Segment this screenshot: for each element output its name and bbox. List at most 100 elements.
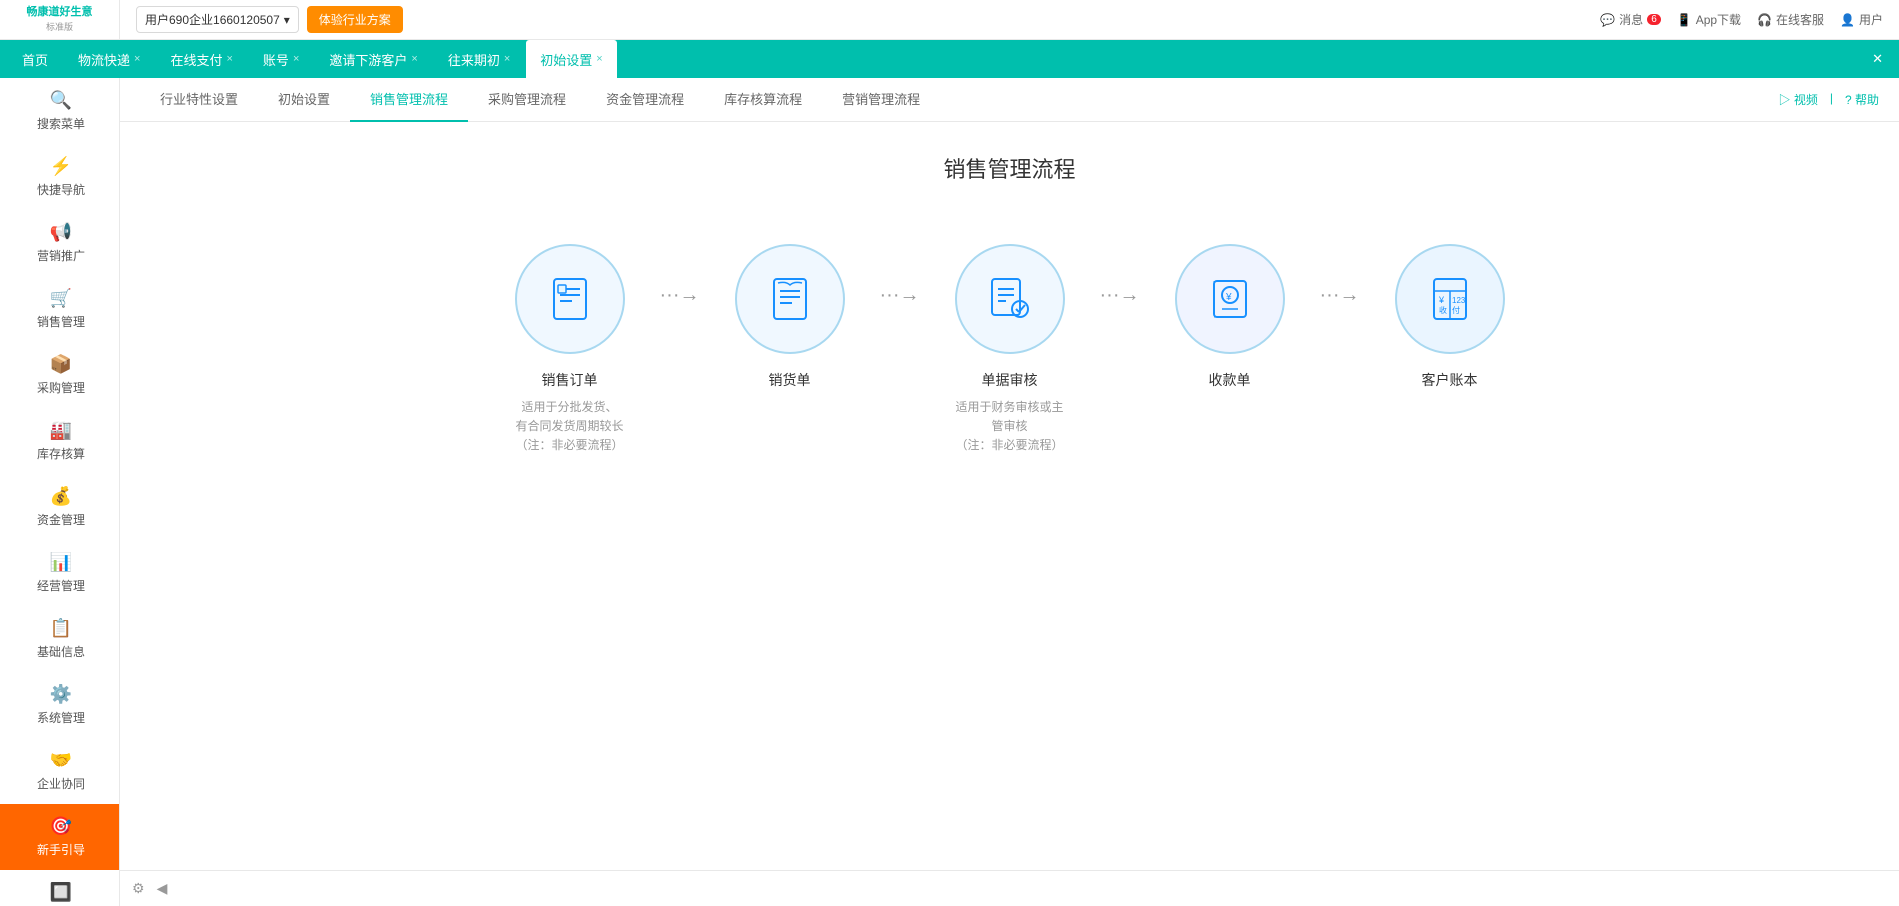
- sidebar-item-inventory-label: 库存核算: [37, 445, 85, 462]
- nav-tab-payment[interactable]: 在线支付 ×: [156, 40, 246, 78]
- bottom-bar: ⚙ ◀: [120, 870, 1899, 906]
- video-label: 视频: [1794, 93, 1818, 107]
- logo-subtitle: 标准版: [46, 20, 73, 33]
- nav-tab-period-label: 往来期初: [448, 50, 500, 69]
- nav-tab-logistics[interactable]: 物流快递 ×: [64, 40, 154, 78]
- basic-info-icon: 📋: [50, 618, 72, 639]
- nav-tab-payment-label: 在线支付: [170, 50, 222, 69]
- flow-desc-sales-order: 适用于分批发货、有合同发货周期较长（注：非必要流程）: [515, 398, 623, 456]
- app-center-icon: 🔲: [50, 882, 72, 903]
- sidebar-item-inventory[interactable]: 🏭 库存核算: [0, 408, 119, 474]
- online-service-link[interactable]: 🎧 在线客服: [1757, 11, 1824, 28]
- sidebar-item-search[interactable]: 🔍 搜索菜单: [0, 78, 119, 144]
- message-badge: 6: [1647, 14, 1661, 25]
- nav-tab-invite[interactable]: 邀请下游客户 ×: [315, 40, 431, 78]
- app-download-link[interactable]: 📱 App下载: [1677, 11, 1741, 28]
- nav-tab-init-close[interactable]: ×: [596, 53, 602, 65]
- sidebar-item-quick-nav[interactable]: ⚡ 快捷导航: [0, 144, 119, 210]
- nav-tab-period-close[interactable]: ×: [504, 53, 510, 65]
- sidebar-item-purchase-label: 采购管理: [37, 379, 85, 396]
- help-label: 帮助: [1855, 93, 1879, 107]
- message-icon: 💬: [1600, 13, 1615, 27]
- nav-tab-init[interactable]: 初始设置 ×: [526, 40, 616, 78]
- header-left: 用户690企业1660120507 ▾ 体验行业方案: [136, 6, 403, 33]
- flow-arrow-4: ···→: [1310, 244, 1370, 307]
- finance-icon: 💰: [50, 486, 72, 507]
- doc-review-icon: [984, 273, 1036, 325]
- help-link[interactable]: ? 帮助: [1845, 91, 1879, 108]
- sub-tab-finance-flow[interactable]: 资金管理流程: [586, 78, 704, 122]
- help-icon: ?: [1845, 93, 1852, 107]
- nav-tab-account-close[interactable]: ×: [293, 53, 299, 65]
- user-label: 用户: [1859, 11, 1883, 28]
- app-download-label: App下载: [1696, 11, 1741, 28]
- flow-circle-sales-order: [515, 244, 625, 354]
- flow-item-sales-order: 销售订单 适用于分批发货、有合同发货周期较长（注：非必要流程）: [490, 244, 650, 456]
- sub-tab-inventory-flow-label: 库存核算流程: [724, 89, 802, 108]
- header-row: 畅康道好生意 标准版 用户690企业1660120507 ▾ 体验行业方案 💬 …: [0, 0, 1899, 40]
- sub-tab-industry-label: 行业特性设置: [160, 89, 238, 108]
- flow-title-customer-ledger: 客户账本: [1422, 370, 1478, 390]
- nav-tab-home[interactable]: 首页: [8, 40, 62, 78]
- sidebar-item-marketing-label: 营销推广: [37, 247, 85, 264]
- close-all-tabs[interactable]: ✕: [1864, 51, 1891, 67]
- operations-icon: 📊: [50, 552, 72, 573]
- sidebar-item-quick-nav-label: 快捷导航: [37, 181, 85, 198]
- help-divider: |: [1830, 91, 1833, 108]
- nav-tab-init-label: 初始设置: [540, 50, 592, 69]
- user-selector[interactable]: 用户690企业1660120507 ▾: [136, 6, 299, 33]
- sub-tab-purchase-flow-label: 采购管理流程: [488, 89, 566, 108]
- flow-title-sales-order: 销售订单: [542, 370, 598, 390]
- sub-tab-sales-flow[interactable]: 销售管理流程: [350, 78, 468, 122]
- sidebar-item-system[interactable]: ⚙️ 系统管理: [0, 672, 119, 738]
- trial-button[interactable]: 体验行业方案: [307, 6, 403, 33]
- svg-text:付: 付: [1452, 305, 1460, 315]
- sidebar-item-enterprise-coop-label: 企业协同: [37, 775, 85, 792]
- sidebar-item-operations-label: 经营管理: [37, 577, 85, 594]
- sidebar-item-basic-info[interactable]: 📋 基础信息: [0, 606, 119, 672]
- flow-item-customer-ledger: ¥ 123 收 付 客户账本: [1370, 244, 1530, 398]
- flow-item-doc-review: 单据审核 适用于财务审核或主管审核（注：非必要流程）: [930, 244, 1090, 456]
- sidebar: 🔍 搜索菜单 ⚡ 快捷导航 📢 营销推广 🛒 销售管理 📦 采购管理 🏭 库存核…: [0, 78, 120, 906]
- flow-arrow-3: ···→: [1090, 244, 1150, 307]
- sub-tab-marketing-flow[interactable]: 营销管理流程: [822, 78, 940, 122]
- play-icon: ▷: [1778, 93, 1790, 107]
- video-help-link[interactable]: ▷ 视频: [1778, 91, 1817, 108]
- flow-circle-sales-invoice: [735, 244, 845, 354]
- message-link[interactable]: 💬 消息 6: [1600, 11, 1661, 28]
- sub-tab-init[interactable]: 初始设置: [258, 78, 350, 122]
- nav-tab-invite-close[interactable]: ×: [411, 53, 417, 65]
- sidebar-item-new-guide[interactable]: 🎯 新手引导: [0, 804, 119, 870]
- user-link[interactable]: 👤 用户: [1840, 11, 1883, 28]
- sidebar-item-sales[interactable]: 🛒 销售管理: [0, 276, 119, 342]
- content-area: 行业特性设置 初始设置 销售管理流程 采购管理流程 资金管理流程 库存核算流程: [120, 78, 1899, 906]
- sidebar-item-enterprise-coop[interactable]: 🤝 企业协同: [0, 738, 119, 804]
- flow-circle-receipt: ¥: [1175, 244, 1285, 354]
- sidebar-item-operations[interactable]: 📊 经营管理: [0, 540, 119, 606]
- sub-tab-inventory-flow[interactable]: 库存核算流程: [704, 78, 822, 122]
- sub-tab-industry[interactable]: 行业特性设置: [140, 78, 258, 122]
- sales-invoice-icon: [764, 273, 816, 325]
- sub-tab-purchase-flow[interactable]: 采购管理流程: [468, 78, 586, 122]
- quick-nav-icon: ⚡: [50, 156, 72, 177]
- sales-order-icon: [544, 273, 596, 325]
- flow-diagram: 销售订单 适用于分批发货、有合同发货周期较长（注：非必要流程） ···→: [140, 244, 1879, 456]
- inventory-icon: 🏭: [50, 420, 72, 441]
- nav-tab-logistics-close[interactable]: ×: [134, 53, 140, 65]
- nav-tabs: 首页 物流快递 × 在线支付 × 账号 × 邀请下游客户 × 往来期初 × 初始…: [0, 40, 1899, 78]
- sales-icon: 🛒: [50, 288, 72, 309]
- new-guide-icon: 🎯: [50, 816, 72, 837]
- collapse-icon[interactable]: ◀: [157, 880, 168, 897]
- sidebar-item-purchase[interactable]: 📦 采购管理: [0, 342, 119, 408]
- settings-bottom-icon[interactable]: ⚙: [132, 880, 145, 897]
- flow-item-sales-invoice: 销货单: [710, 244, 870, 398]
- nav-tab-account[interactable]: 账号 ×: [249, 40, 313, 78]
- sidebar-item-marketing[interactable]: 📢 营销推广: [0, 210, 119, 276]
- logo-area: 畅康道好生意 标准版: [0, 0, 120, 39]
- nav-tab-payment-close[interactable]: ×: [226, 53, 232, 65]
- nav-tab-period[interactable]: 往来期初 ×: [434, 40, 524, 78]
- sidebar-item-app-center[interactable]: 🔲 应用中心: [0, 870, 119, 906]
- system-icon: ⚙️: [50, 684, 72, 705]
- flow-title-doc-review: 单据审核: [982, 370, 1038, 390]
- sidebar-item-finance[interactable]: 💰 资金管理: [0, 474, 119, 540]
